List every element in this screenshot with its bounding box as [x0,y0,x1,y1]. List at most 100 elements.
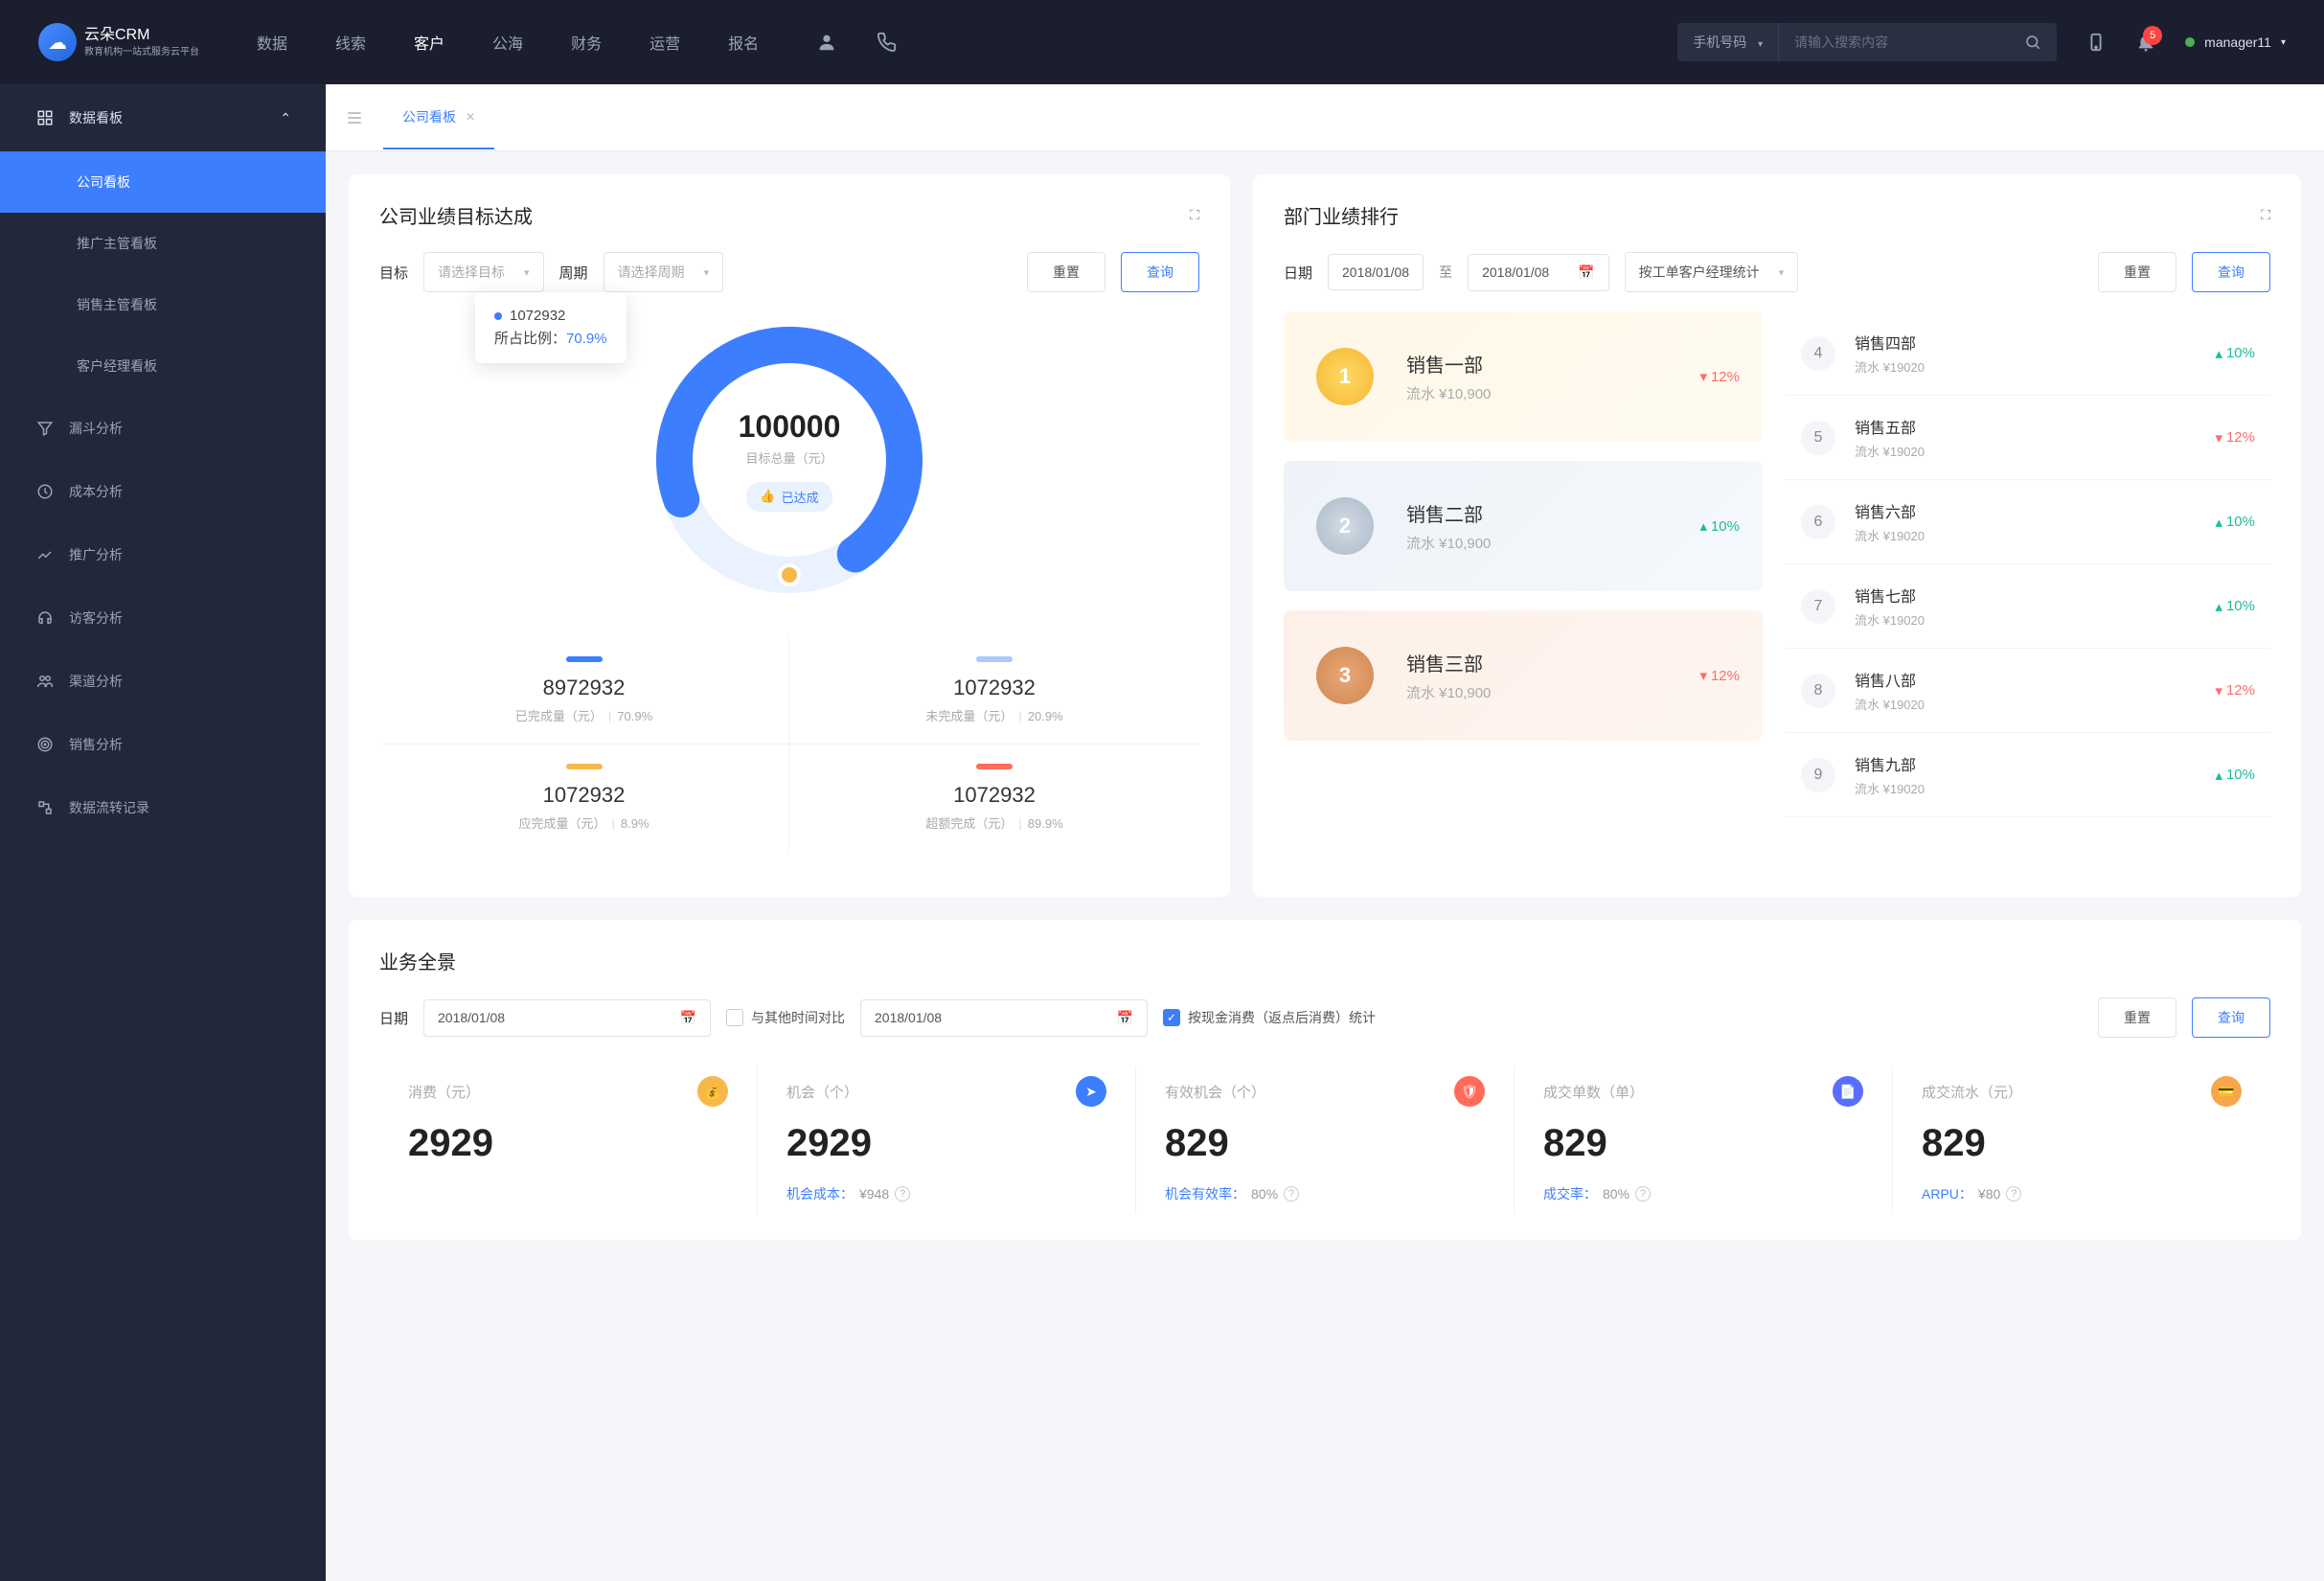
calendar-icon: 📅 [680,1010,696,1026]
notification-icon[interactable]: 5 [2135,32,2156,53]
nav-items: 数据 线索 客户 公海 财务 运营 报名 [257,31,759,54]
help-icon[interactable]: ? [895,1186,910,1202]
podium-2: 2 销售二部流水 ¥10,900 ▴ 10% [1284,461,1763,591]
collapse-sidebar-icon[interactable] [345,108,364,127]
overview-title: 业务全景 [379,947,456,974]
goal-target-select[interactable]: 请选择目标▾ [423,252,544,292]
ov-query-button[interactable]: 查询 [2192,997,2270,1038]
sidebar-group-dashboard[interactable]: 数据看板 ⌃ [0,84,326,151]
funnel-icon [34,418,56,439]
pct-down-icon: ▾ 12% [2215,429,2255,447]
calendar-icon: 📅 [1117,1010,1133,1026]
caret-icon: ▾ [2281,37,2286,48]
goal-reset-button[interactable]: 重置 [1027,252,1105,292]
ov-reset-button[interactable]: 重置 [2098,997,2176,1038]
user-menu[interactable]: manager11 ▾ [2185,34,2286,50]
tab-company-board[interactable]: 公司看板 ✕ [383,86,494,149]
clock-icon [34,481,56,502]
sidebar-item-sales-board[interactable]: 销售主管看板 [0,274,326,335]
sidebar-item-funnel[interactable]: 漏斗分析 [0,397,326,460]
rank-date-from[interactable]: 2018/01/08 [1328,254,1424,290]
nav-ops[interactable]: 运营 [649,31,680,54]
rank-number: 8 [1801,674,1835,708]
medal-bronze-icon: 3 [1307,637,1383,714]
nav-customers[interactable]: 客户 [414,31,444,54]
ov-date-label: 日期 [379,1008,408,1028]
goal-card-title: 公司业绩目标达成 [379,201,533,229]
headset-icon [34,607,56,629]
search-button[interactable] [2009,24,2057,60]
logo[interactable]: ☁ 云朵CRM 教育机构一站式服务云平台 [38,23,199,61]
username: manager11 [2204,34,2271,50]
sidebar-item-sales[interactable]: 销售分析 [0,713,326,776]
search-mode-select[interactable]: 手机号码 ▾ [1677,23,1779,61]
rank-row: 9 销售九部流水 ¥19020 ▴ 10% [1786,733,2270,817]
rank-stat-select[interactable]: 按工单客户经理统计▾ [1625,252,1799,292]
dstat-uncompleted: 1072932 未完成量（元）|20.9% [789,637,1199,744]
search-input[interactable] [1779,25,2009,59]
medal-gold-icon: 1 [1307,338,1383,415]
rank-reset-button[interactable]: 重置 [2098,252,2176,292]
rank-query-button[interactable]: 查询 [2192,252,2270,292]
sidebar-item-flow[interactable]: 数据流转记录 [0,776,326,839]
kpi-item: 有效机会（个）🛡 829 机会有效率：80%? [1136,1066,1515,1213]
donut-chart: 100000 目标总量（元） 👍已达成 [641,311,938,608]
tab-bar: 公司看板 ✕ [326,84,2324,151]
ov-cash-checkbox[interactable]: ✓按现金消费（返点后消费）统计 [1163,1008,1376,1027]
ov-date1[interactable]: 2018/01/08📅 [423,999,711,1037]
nav-data[interactable]: 数据 [257,31,287,54]
podium-1: 1 销售一部流水 ¥10,900 ▾ 12% [1284,311,1763,442]
goal-filter-period-label: 周期 [559,263,588,283]
kpi-icon: 💰 [697,1076,728,1107]
thumbs-up-icon: 👍 [760,489,775,504]
help-icon[interactable]: ? [1635,1186,1651,1202]
rank-card-title: 部门业绩排行 [1284,201,1399,229]
ov-compare-checkbox[interactable]: 与其他时间对比 [726,1008,845,1027]
sidebar-item-visitor[interactable]: 访客分析 [0,586,326,650]
sidebar-item-promo[interactable]: 推广分析 [0,523,326,586]
sidebar-item-manager-board[interactable]: 客户经理看板 [0,335,326,397]
nav-signup[interactable]: 报名 [728,31,759,54]
expand-icon[interactable]: ⛶ [2261,207,2270,223]
nav-finance[interactable]: 财务 [571,31,602,54]
logo-icon: ☁ [38,23,77,61]
medal-silver-icon: 2 [1307,488,1383,564]
sidebar-item-cost[interactable]: 成本分析 [0,460,326,523]
rank-date-label: 日期 [1284,263,1312,283]
rank-number: 4 [1801,336,1835,371]
rank-row: 8 销售八部流水 ¥19020 ▾ 12% [1786,649,2270,733]
device-icon[interactable] [2085,32,2107,53]
pct-down-icon: ▾ 12% [2215,682,2255,699]
kpi-icon: ➤ [1076,1076,1106,1107]
rank-number: 9 [1801,758,1835,792]
sidebar-item-company-board[interactable]: 公司看板 [0,151,326,213]
help-icon[interactable]: ? [1284,1186,1299,1202]
ov-date2[interactable]: 2018/01/08📅 [860,999,1148,1037]
expand-icon[interactable]: ⛶ [1190,207,1199,223]
rank-number: 5 [1801,421,1835,455]
goal-query-button[interactable]: 查询 [1121,252,1199,292]
rank-date-to[interactable]: 2018/01/08📅 [1468,254,1609,291]
goal-card: 公司业绩目标达成 ⛶ 目标 请选择目标▾ 周期 请选择周期▾ 重置 查询 [349,174,1230,897]
dstat-over: 1072932 超额完成（元）|89.9% [789,744,1199,851]
rank-row: 4 销售四部流水 ¥19020 ▴ 10% [1786,311,2270,396]
nav-sea[interactable]: 公海 [492,31,523,54]
logo-sub: 教育机构一站式服务云平台 [84,46,199,58]
kpi-icon: 🛡 [1454,1076,1485,1107]
dstat-completed: 8972932 已完成量（元）|70.9% [379,637,789,744]
close-icon[interactable]: ✕ [466,110,475,124]
goal-period-select[interactable]: 请选择周期▾ [604,252,724,292]
sidebar-item-channel[interactable]: 渠道分析 [0,650,326,713]
nav-leads[interactable]: 线索 [335,31,366,54]
sidebar-item-promo-board[interactable]: 推广主管看板 [0,213,326,274]
kpi-icon: 📄 [1833,1076,1863,1107]
donut-label: 目标总量（元） [745,448,832,467]
pct-down-icon: ▾ 12% [1699,368,1740,385]
user-icon[interactable] [816,32,837,53]
phone-icon[interactable] [876,32,897,53]
top-nav: ☁ 云朵CRM 教育机构一站式服务云平台 数据 线索 客户 公海 财务 运营 报… [0,0,2324,84]
help-icon[interactable]: ? [2006,1186,2021,1202]
pct-up-icon: ▴ 10% [1699,517,1740,535]
kpi-item: 机会（个）➤ 2929 机会成本：¥948? [758,1066,1136,1213]
kpi-icon: 💳 [2211,1076,2242,1107]
